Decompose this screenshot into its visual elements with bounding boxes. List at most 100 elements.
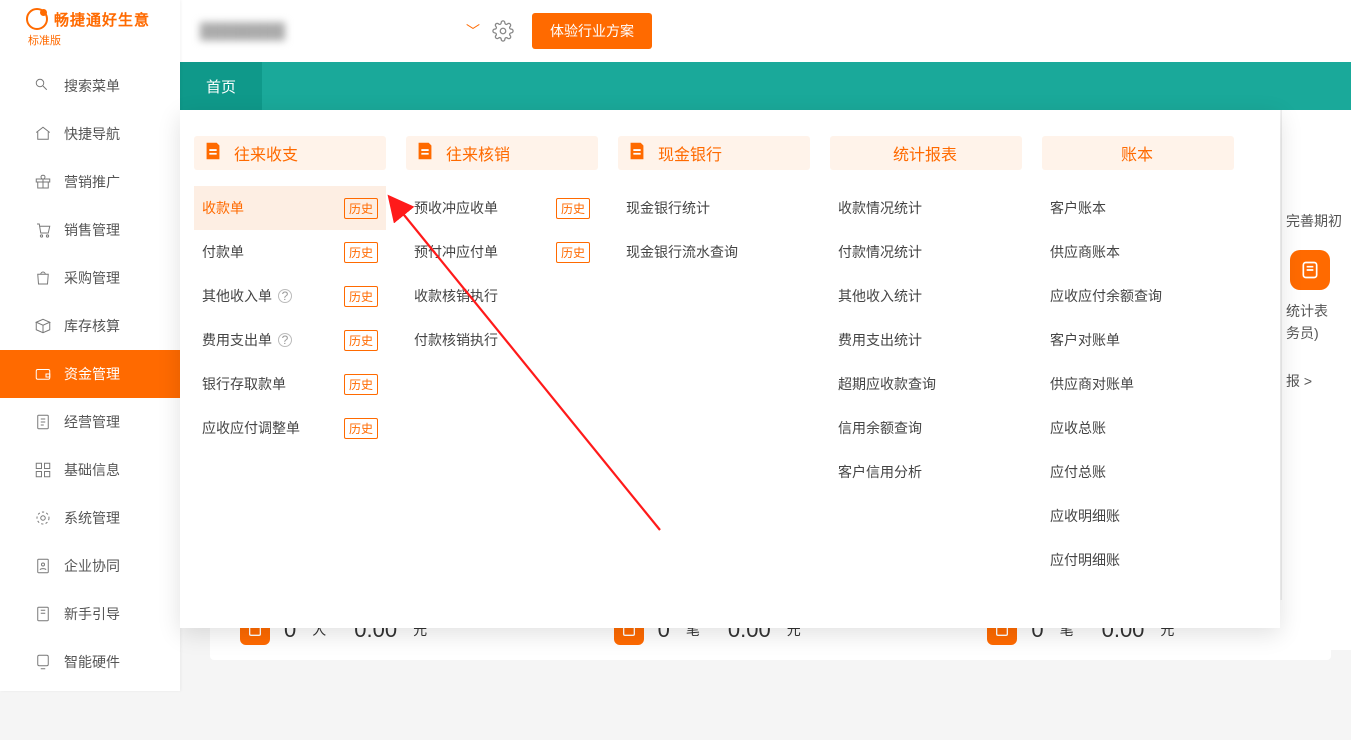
menu-item-label: 应收应付余额查询 (1050, 286, 1162, 306)
mega-column: 账本客户账本供应商账本应收应付余额查询客户对账单供应商对账单应收总账应付总账应收… (1032, 136, 1244, 582)
doc-icon (34, 413, 52, 431)
mega-menu-item[interactable]: 信用余额查询 (830, 406, 1022, 450)
sidebar-item-guide[interactable]: 新手引导 (0, 590, 180, 638)
edge-report-icon[interactable] (1290, 250, 1330, 290)
mega-column-title: 往来核销 (446, 141, 510, 165)
menu-item-label: 客户信用分析 (838, 462, 922, 482)
mega-menu-item[interactable]: 收款核销执行 (406, 274, 598, 318)
experience-plan-button[interactable]: 体验行业方案 (532, 13, 652, 49)
sidebar-item-search[interactable]: 搜索菜单 (0, 62, 180, 110)
history-badge[interactable]: 历史 (344, 242, 378, 263)
mega-menu-item[interactable]: 收款情况统计 (830, 186, 1022, 230)
mega-menu-item[interactable]: 应付明细账 (1042, 538, 1234, 582)
mega-menu-item[interactable]: 费用支出单?历史 (194, 318, 386, 362)
right-edge-fragment: 完善期初 统计表 务员) 报 > (1281, 110, 1351, 650)
sidebar-item-label: 营销推广 (64, 172, 120, 192)
doc-icon (626, 140, 648, 167)
sidebar-item-gear[interactable]: 系统管理 (0, 494, 180, 542)
mega-column-title: 账本 (1121, 141, 1153, 165)
mega-menu-item[interactable]: 付款情况统计 (830, 230, 1022, 274)
sidebar-item-grid[interactable]: 基础信息 (0, 446, 180, 494)
mega-menu-item[interactable]: 现金银行流水查询 (618, 230, 810, 274)
sidebar-item-label: 搜索菜单 (64, 76, 120, 96)
sidebar-item-label: 新手引导 (64, 604, 120, 624)
sidebar-item-cart[interactable]: 销售管理 (0, 206, 180, 254)
settings-gear-icon[interactable] (492, 20, 514, 42)
menu-item-label: 应收明细账 (1050, 506, 1120, 526)
sidebar-item-bag[interactable]: 采购管理 (0, 254, 180, 302)
mega-column-header: 账本 (1042, 136, 1234, 170)
tabbar: 首页 (180, 62, 1351, 110)
mega-menu-item[interactable]: 费用支出统计 (830, 318, 1022, 362)
mega-menu-item[interactable]: 供应商对账单 (1042, 362, 1234, 406)
mega-menu-item[interactable]: 银行存取款单历史 (194, 362, 386, 406)
menu-item-label: 预收冲应收单 (414, 198, 498, 218)
mega-menu-item[interactable]: 收款单历史 (194, 186, 386, 230)
mega-menu-item[interactable]: 现金银行统计 (618, 186, 810, 230)
edge-text: 统计表 (1286, 300, 1351, 322)
mega-menu-item[interactable]: 应收总账 (1042, 406, 1234, 450)
sidebar-item-box[interactable]: 库存核算 (0, 302, 180, 350)
gift-icon (34, 173, 52, 191)
sidebar-item-home[interactable]: 快捷导航 (0, 110, 180, 158)
sidebar-item-wallet[interactable]: 资金管理 (0, 350, 180, 398)
grid-icon (34, 461, 52, 479)
mega-menu-item[interactable]: 付款单历史 (194, 230, 386, 274)
bag-icon (34, 269, 52, 287)
wallet-icon (34, 365, 52, 383)
mega-menu-item[interactable]: 客户信用分析 (830, 450, 1022, 494)
menu-item-label: 应付总账 (1050, 462, 1106, 482)
device-icon (34, 653, 52, 671)
mega-menu-item[interactable]: 其他收入统计 (830, 274, 1022, 318)
menu-item-label: 收款情况统计 (838, 198, 922, 218)
history-badge[interactable]: 历史 (556, 198, 590, 219)
mega-column-header: 往来核销 (406, 136, 598, 170)
menu-item-label: 收款核销执行 (414, 286, 498, 306)
history-badge[interactable]: 历史 (344, 198, 378, 219)
mega-menu-item[interactable]: 其他收入单?历史 (194, 274, 386, 318)
mega-menu-item[interactable]: 付款核销执行 (406, 318, 598, 362)
sidebar-item-label: 系统管理 (64, 508, 120, 528)
history-badge[interactable]: 历史 (344, 374, 378, 395)
sidebar-item-doc[interactable]: 经营管理 (0, 398, 180, 446)
mega-menu-item[interactable]: 应付总账 (1042, 450, 1234, 494)
mega-menu-item[interactable]: 客户对账单 (1042, 318, 1234, 362)
mega-menu-item[interactable]: 预付冲应付单历史 (406, 230, 598, 274)
mega-menu-item[interactable]: 应收应付调整单历史 (194, 406, 386, 450)
sidebar-nav: 搜索菜单快捷导航营销推广销售管理采购管理库存核算资金管理经营管理基础信息系统管理… (0, 52, 180, 686)
menu-item-label: 超期应收款查询 (838, 374, 936, 394)
mega-menu-item[interactable]: 供应商账本 (1042, 230, 1234, 274)
history-badge[interactable]: 历史 (344, 330, 378, 351)
edge-text: 务员) (1286, 322, 1351, 344)
mega-column: 统计报表收款情况统计付款情况统计其他收入统计费用支出统计超期应收款查询信用余额查… (820, 136, 1032, 582)
sidebar-item-device[interactable]: 智能硬件 (0, 638, 180, 686)
sidebar-item-team[interactable]: 企业协同 (0, 542, 180, 590)
help-icon[interactable]: ? (278, 333, 292, 347)
edge-text: 完善期初 (1286, 210, 1351, 232)
sidebar-item-gift[interactable]: 营销推广 (0, 158, 180, 206)
help-icon[interactable]: ? (278, 289, 292, 303)
menu-item-label: 信用余额查询 (838, 418, 922, 438)
tab-home[interactable]: 首页 (180, 62, 262, 110)
sidebar-item-label: 库存核算 (64, 316, 120, 336)
mega-column-title: 统计报表 (893, 141, 957, 165)
menu-item-label: 现金银行流水查询 (626, 242, 738, 262)
company-dropdown-chevron-icon[interactable]: ﹀ (466, 21, 480, 41)
sidebar-item-label: 销售管理 (64, 220, 120, 240)
mega-menu-item[interactable]: 客户账本 (1042, 186, 1234, 230)
box-icon (34, 317, 52, 335)
brand-logo-icon (26, 8, 48, 30)
funds-mega-menu: 往来收支收款单历史付款单历史其他收入单?历史费用支出单?历史银行存取款单历史应收… (180, 110, 1280, 628)
doc-icon (414, 140, 436, 167)
history-badge[interactable]: 历史 (344, 286, 378, 307)
history-badge[interactable]: 历史 (344, 418, 378, 439)
menu-item-label: 应收总账 (1050, 418, 1106, 438)
company-selector-masked[interactable]: ████████ (200, 23, 460, 40)
history-badge[interactable]: 历史 (556, 242, 590, 263)
mega-menu-item[interactable]: 应收应付余额查询 (1042, 274, 1234, 318)
mega-menu-item[interactable]: 预收冲应收单 历史 (406, 186, 598, 230)
mega-menu-item[interactable]: 应收明细账 (1042, 494, 1234, 538)
mega-menu-item[interactable]: 超期应收款查询 (830, 362, 1022, 406)
menu-item-label: 付款情况统计 (838, 242, 922, 262)
sidebar-item-label: 经营管理 (64, 412, 120, 432)
